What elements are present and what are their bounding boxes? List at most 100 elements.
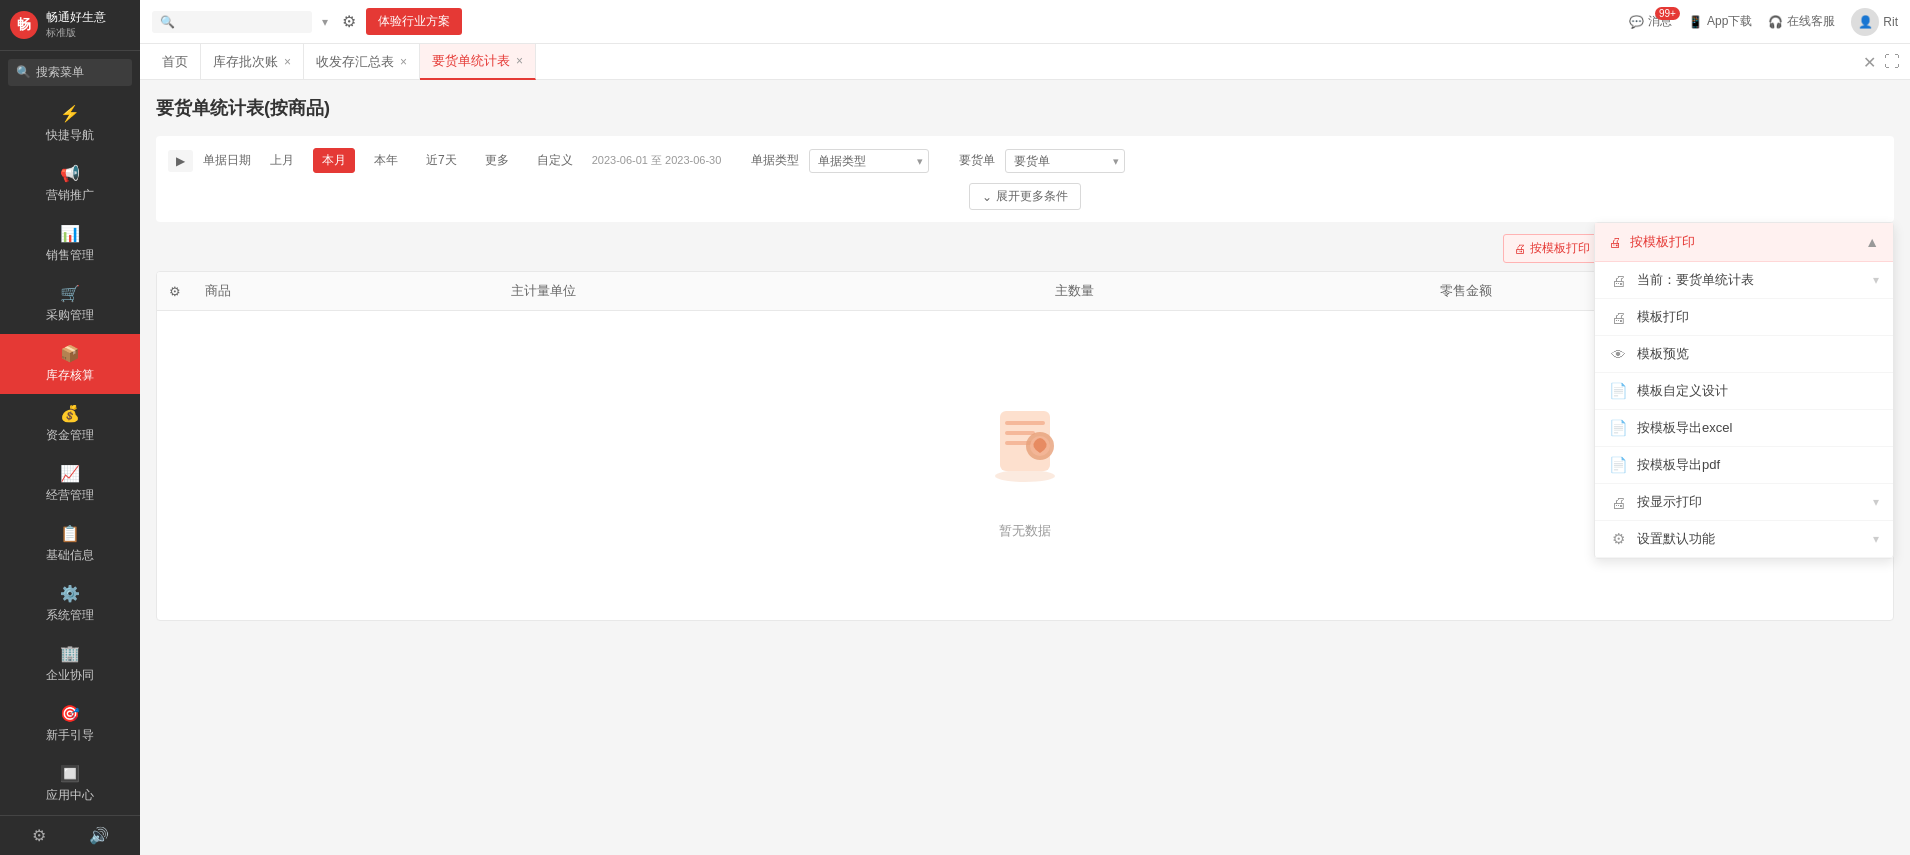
sidebar-item-guide[interactable]: 🎯 新手引导	[0, 694, 140, 754]
quick-nav-icon: ⚡	[60, 104, 80, 123]
topbar-search-input[interactable]	[180, 15, 304, 29]
col-goods-header: 商品	[193, 272, 499, 311]
sidebar-item-label: 经营管理	[46, 487, 94, 504]
col-settings-header[interactable]: ⚙	[157, 272, 193, 311]
sidebar: 畅 畅通好生意 标准版 🔍 搜索菜单 ⚡ 快捷导航 📢 营销推广 📊 销售管理 …	[0, 0, 140, 855]
display-print-icon: 🖨	[1609, 494, 1627, 511]
search-icon: 🔍	[16, 65, 31, 79]
date-btn-last-month[interactable]: 上月	[261, 148, 303, 173]
experience-btn[interactable]: 体验行业方案	[366, 8, 462, 35]
purchase-icon: 🛒	[60, 284, 80, 303]
sidebar-sound-button[interactable]: 🔊	[89, 826, 109, 845]
dropdown-display-print[interactable]: 🖨 按显示打印 ▾	[1595, 484, 1893, 521]
doc-type-select[interactable]: 单据类型	[809, 149, 929, 173]
tabbar: 首页 库存批次账 × 收发存汇总表 × 要货单统计表 × ✕ ⛶	[140, 44, 1910, 80]
date-btn-this-month[interactable]: 本月	[313, 148, 355, 173]
dropdown-chevron-up[interactable]: ▲	[1865, 234, 1879, 250]
dropdown-header-left: 🖨 按模板打印	[1609, 233, 1695, 251]
date-btn-7days[interactable]: 近7天	[417, 148, 466, 173]
system-icon: ⚙️	[60, 584, 80, 603]
tab-receive-summary-label: 收发存汇总表	[316, 53, 394, 71]
sidebar-item-label: 库存核算	[46, 367, 94, 384]
requisition-select-wrap: 要货单	[1005, 149, 1125, 173]
message-icon: 💬	[1629, 15, 1644, 29]
app-download-button[interactable]: 📱 App下载	[1688, 13, 1752, 30]
date-btn-more[interactable]: 更多	[476, 148, 518, 173]
search-icon: 🔍	[160, 15, 175, 29]
finance-icon: 💰	[60, 404, 80, 423]
filter-toggle-button[interactable]: ▶	[168, 150, 193, 172]
topbar-gear-icon[interactable]: ⚙	[342, 12, 356, 31]
print-icon: 🖨	[1609, 235, 1622, 250]
template-print-icon: 🖨	[1609, 309, 1627, 326]
user-avatar-button[interactable]: 👤 Rit	[1851, 8, 1898, 36]
dropdown-template-print[interactable]: 🖨 模板打印	[1595, 299, 1893, 336]
tab-inventory-batch[interactable]: 库存批次账 ×	[201, 44, 304, 80]
online-service-label: 在线客服	[1787, 13, 1835, 30]
printer-icon: 🖨	[1514, 242, 1526, 256]
sidebar-item-finance[interactable]: 💰 资金管理	[0, 394, 140, 454]
sound-icon: 🔊	[89, 827, 109, 844]
sidebar-item-basic[interactable]: 📋 基础信息	[0, 514, 140, 574]
sidebar-settings-button[interactable]: ⚙	[32, 826, 46, 845]
message-button[interactable]: 💬 消息 99+	[1629, 13, 1672, 30]
topbar-search-wrap: 🔍	[152, 11, 312, 33]
page-content: 要货单统计表(按商品) ▶ 单据日期 上月 本月 本年 近7天 更多 自定义 2…	[140, 80, 1910, 855]
template-excel-icon: 📄	[1609, 419, 1627, 437]
headset-icon: 🎧	[1768, 15, 1783, 29]
tab-receive-summary-close[interactable]: ×	[400, 55, 407, 69]
sidebar-item-enterprise[interactable]: 🏢 企业协同	[0, 634, 140, 694]
sidebar-item-inventory[interactable]: 📦 库存核算	[0, 334, 140, 394]
sidebar-item-quick-nav[interactable]: ⚡ 快捷导航	[0, 94, 140, 154]
user-name: Rit	[1883, 15, 1898, 29]
online-service-button[interactable]: 🎧 在线客服	[1768, 13, 1835, 30]
avatar: 👤	[1851, 8, 1879, 36]
tab-requisition[interactable]: 要货单统计表 ×	[420, 44, 536, 80]
sidebar-item-system[interactable]: ⚙️ 系统管理	[0, 574, 140, 634]
expand-filter-button[interactable]: ⌄ 展开更多条件	[969, 183, 1081, 210]
template-design-icon: 📄	[1609, 382, 1627, 400]
sidebar-item-purchase[interactable]: 🛒 采购管理	[0, 274, 140, 334]
template-print-label: 模板打印	[1637, 308, 1689, 326]
tab-expand-button[interactable]: ⛶	[1884, 52, 1900, 71]
topbar-chevron-icon[interactable]: ▾	[322, 15, 328, 29]
main-area: 🔍 ▾ ⚙ 体验行业方案 💬 消息 99+ 📱 App下载 🎧 在线客服 👤 R	[140, 0, 1910, 855]
dropdown-template-preview[interactable]: 👁 模板预览	[1595, 336, 1893, 373]
dropdown-current-template[interactable]: 🖨 当前：要货单统计表 ▾	[1595, 262, 1893, 299]
tab-requisition-label: 要货单统计表	[432, 52, 510, 70]
guide-icon: 🎯	[60, 704, 80, 723]
tab-receive-summary[interactable]: 收发存汇总表 ×	[304, 44, 420, 80]
sidebar-item-marketing[interactable]: 📢 营销推广	[0, 154, 140, 214]
sidebar-footer: ⚙ 🔊	[0, 815, 140, 855]
date-btn-this-year[interactable]: 本年	[365, 148, 407, 173]
requisition-type-select[interactable]: 要货单	[1005, 149, 1125, 173]
tab-home-label: 首页	[162, 53, 188, 71]
print-template-label: 按模板打印	[1530, 240, 1590, 257]
dropdown-template-export-excel[interactable]: 📄 按模板导出excel	[1595, 410, 1893, 447]
dropdown-set-default[interactable]: ⚙ 设置默认功能 ▾	[1595, 521, 1893, 558]
dropdown-title: 按模板打印	[1630, 233, 1695, 251]
tab-requisition-close[interactable]: ×	[516, 54, 523, 68]
filter-bar: ▶ 单据日期 上月 本月 本年 近7天 更多 自定义 2023-06-01 至 …	[156, 136, 1894, 222]
date-btn-custom[interactable]: 自定义	[528, 148, 582, 173]
tab-close-all-button[interactable]: ✕	[1863, 52, 1876, 71]
template-pdf-label: 按模板导出pdf	[1637, 456, 1720, 474]
sidebar-item-app-center[interactable]: 🔲 应用中心	[0, 754, 140, 814]
sidebar-search-button[interactable]: 🔍 搜索菜单	[8, 59, 132, 86]
tab-inventory-batch-close[interactable]: ×	[284, 55, 291, 69]
sidebar-item-sales[interactable]: 📊 销售管理	[0, 214, 140, 274]
sidebar-nav: ⚡ 快捷导航 📢 营销推广 📊 销售管理 🛒 采购管理 📦 库存核算 💰 资金管…	[0, 94, 140, 815]
sidebar-item-operation[interactable]: 📈 经营管理	[0, 454, 140, 514]
app-download-label: App下载	[1707, 13, 1752, 30]
dropdown-template-design[interactable]: 📄 模板自定义设计	[1595, 373, 1893, 410]
marketing-icon: 📢	[60, 164, 80, 183]
tab-home[interactable]: 首页	[150, 44, 201, 80]
sidebar-item-label: 营销推广	[46, 187, 94, 204]
expand-icon: ⌄	[982, 190, 992, 204]
sidebar-item-label: 基础信息	[46, 547, 94, 564]
sidebar-item-label: 企业协同	[46, 667, 94, 684]
dropdown-header: 🖨 按模板打印 ▲	[1595, 223, 1893, 262]
doc-type-select-wrap: 单据类型	[809, 149, 929, 173]
dropdown-template-export-pdf[interactable]: 📄 按模板导出pdf	[1595, 447, 1893, 484]
empty-text: 暂无数据	[999, 522, 1051, 540]
